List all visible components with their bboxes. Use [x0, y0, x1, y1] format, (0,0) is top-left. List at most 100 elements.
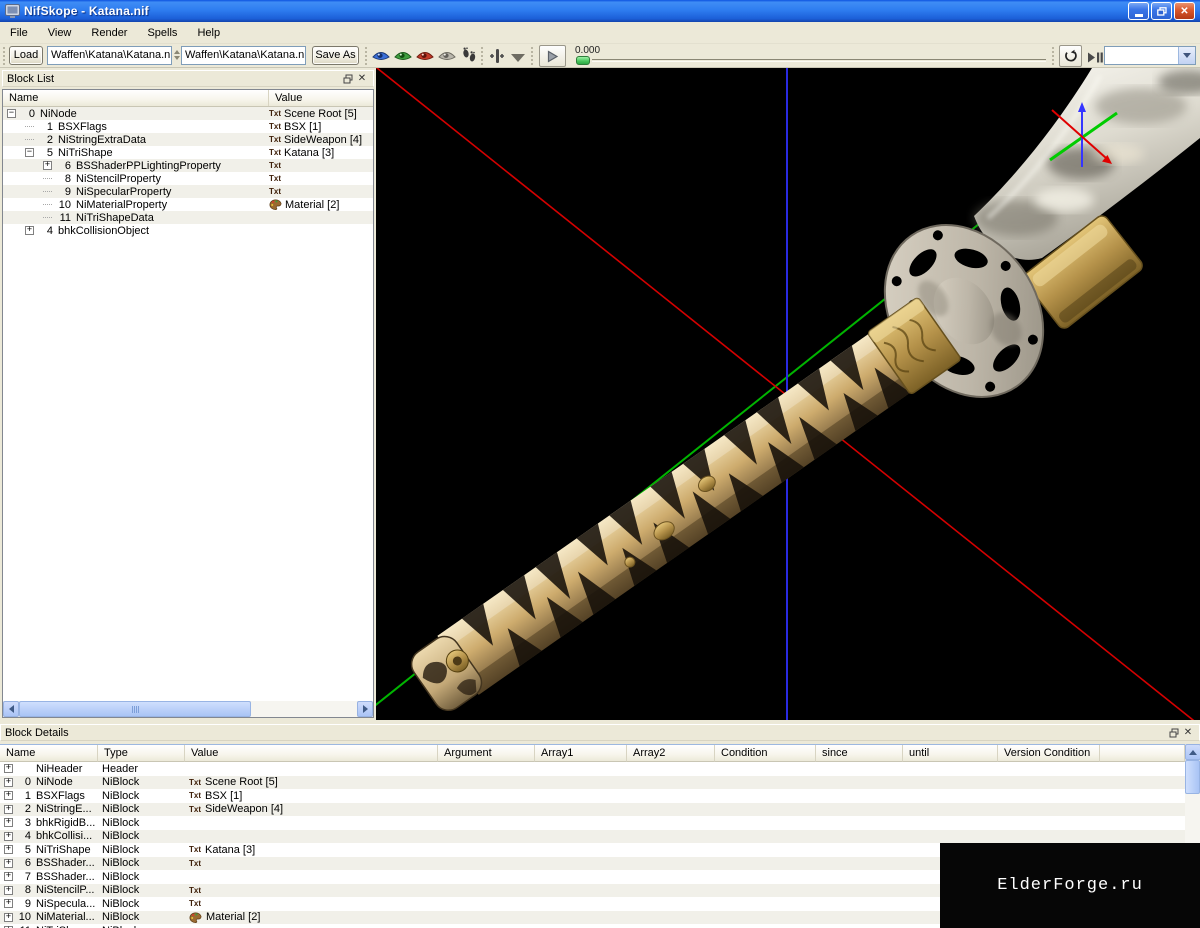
draw-havok-eye-icon[interactable]: [415, 48, 435, 64]
details-row-NiNode[interactable]: +0NiNodeNiBlockTxtScene Root [5]: [0, 776, 1185, 790]
hscroll-thumb[interactable]: [19, 701, 251, 717]
tree-expander-expand[interactable]: +: [4, 764, 13, 773]
loop-animation-button[interactable]: [1059, 45, 1082, 67]
tree-expander-expand[interactable]: +: [4, 859, 13, 868]
tree-expander-expand[interactable]: +: [4, 791, 13, 800]
tree-row-NiTriShape[interactable]: −5NiTriShapeTxtKatana [3]: [3, 146, 373, 159]
column-header-until[interactable]: until: [903, 745, 998, 762]
time-slider-thumb[interactable]: [576, 56, 590, 65]
toolbar-grip[interactable]: [531, 47, 534, 65]
tree-row-NiTriShapeData[interactable]: 11NiTriShapeData: [3, 211, 373, 224]
toolbar-grip[interactable]: [365, 47, 368, 65]
menu-item-view[interactable]: View: [38, 24, 82, 42]
float-panel-icon[interactable]: [341, 72, 355, 85]
scroll-right-button[interactable]: [357, 701, 373, 717]
menu-item-render[interactable]: Render: [81, 24, 137, 42]
details-row-bhkRigidB...[interactable]: +3bhkRigidB...NiBlock: [0, 816, 1185, 830]
tree-row-BSShaderPPLightingProperty[interactable]: +6BSShaderPPLightingPropertyTxt: [3, 159, 373, 172]
tree-row-NiSpecularProperty[interactable]: 9NiSpecularPropertyTxt: [3, 185, 373, 198]
tree-row-NiNode[interactable]: −0NiNodeTxtScene Root [5]: [3, 107, 373, 120]
scroll-up-button[interactable]: [1185, 744, 1200, 760]
hscroll-track[interactable]: [251, 701, 357, 717]
toolbar-grip[interactable]: [3, 47, 6, 65]
block-number: 6: [15, 857, 31, 869]
tree-expander-expand[interactable]: +: [4, 845, 13, 854]
draw-axes-eye-icon[interactable]: [371, 48, 391, 64]
minimize-button[interactable]: [1128, 2, 1149, 20]
tree-expander-collapse[interactable]: −: [25, 148, 34, 157]
menu-item-help[interactable]: Help: [187, 24, 230, 42]
scroll-left-button[interactable]: [3, 701, 19, 717]
close-button[interactable]: ✕: [1174, 2, 1195, 20]
block-value: Txt: [185, 857, 438, 871]
tree-expander-expand[interactable]: +: [4, 805, 13, 814]
menu-item-file[interactable]: File: [0, 24, 38, 42]
details-row-NiStringE...[interactable]: +2NiStringE...NiBlockTxtSideWeapon [4]: [0, 803, 1185, 817]
column-header-array1[interactable]: Array1: [535, 745, 627, 762]
block-name: NiStencilP...: [36, 884, 95, 896]
transform-move-icon[interactable]: [487, 48, 507, 64]
tree-expander-expand[interactable]: +: [4, 899, 13, 908]
3d-viewport[interactable]: [376, 68, 1200, 720]
column-header-value[interactable]: Value: [269, 90, 373, 106]
tree-expander-expand[interactable]: +: [43, 161, 52, 170]
column-header-condition[interactable]: Condition: [715, 745, 816, 762]
save-as-button[interactable]: Save As: [312, 46, 359, 65]
load-path-field[interactable]: Waffen\Katana\Katana.nif: [47, 46, 172, 65]
tree-expander-expand[interactable]: +: [4, 872, 13, 881]
column-header-value[interactable]: Value: [185, 745, 438, 762]
tree-expander-expand[interactable]: +: [4, 913, 13, 922]
tree-connector: [43, 217, 52, 218]
toolbar-grip[interactable]: [481, 47, 484, 65]
play-button[interactable]: [539, 45, 566, 67]
column-header-argument[interactable]: Argument: [438, 745, 535, 762]
column-header-array2[interactable]: Array2: [627, 745, 715, 762]
time-slider-track[interactable]: [592, 59, 1046, 62]
vscroll-thumb[interactable]: [1185, 760, 1200, 794]
viewport-canvas[interactable]: [376, 68, 1200, 720]
column-header-filler: [1100, 745, 1185, 762]
details-row-bhkCollisi...[interactable]: +4bhkCollisi...NiBlock: [0, 830, 1185, 844]
tree-row-NiMaterialProperty[interactable]: 10NiMaterialPropertyMaterial [2]: [3, 198, 373, 211]
block-number: 3: [15, 817, 31, 829]
close-panel-icon[interactable]: ✕: [355, 72, 369, 85]
toolbar-grip[interactable]: [1052, 47, 1055, 65]
tree-expander-expand[interactable]: +: [4, 886, 13, 895]
column-header-type[interactable]: Type: [98, 745, 185, 762]
load-button[interactable]: Load: [9, 46, 43, 65]
tree-row-BSXFlags[interactable]: 1BSXFlagsTxtBSX [1]: [3, 120, 373, 133]
tree-expander-collapse[interactable]: −: [7, 109, 16, 118]
details-row-NiHeader[interactable]: +NiHeaderHeader: [0, 762, 1185, 776]
draw-nodes-eye-icon[interactable]: [393, 48, 413, 64]
column-header-name[interactable]: Name: [3, 90, 269, 106]
tree-expander-expand[interactable]: +: [4, 832, 13, 841]
column-header-name[interactable]: Name: [0, 745, 98, 762]
block-type: NiBlock: [98, 789, 185, 803]
tree-expander-expand[interactable]: +: [4, 778, 13, 787]
window-titlebar[interactable]: NifSkope - Katana.nif ✕: [0, 0, 1200, 22]
swap-paths-button[interactable]: [174, 50, 180, 60]
chevron-down-icon[interactable]: [508, 50, 528, 66]
footprints-icon[interactable]: [459, 47, 479, 63]
play-pause-icon[interactable]: [1085, 49, 1105, 65]
tree-row-NiStencilProperty[interactable]: 8NiStencilPropertyTxt: [3, 172, 373, 185]
restore-button[interactable]: [1151, 2, 1172, 20]
tree-row-bhkCollisionObject[interactable]: +4bhkCollisionObject: [3, 224, 373, 237]
combobox-arrow-button[interactable]: [1178, 47, 1195, 64]
column-header-since[interactable]: since: [816, 745, 903, 762]
animation-combobox[interactable]: [1104, 46, 1196, 65]
close-panel-icon[interactable]: ✕: [1181, 726, 1195, 739]
block-name: BSShader...: [36, 871, 95, 883]
draw-constraints-eye-icon[interactable]: [437, 48, 457, 64]
column-header-version-condition[interactable]: Version Condition: [998, 745, 1100, 762]
save-path-field[interactable]: Waffen\Katana\Katana.nif: [181, 46, 306, 65]
tree-expander-expand[interactable]: +: [25, 226, 34, 235]
tree-expander-expand[interactable]: +: [4, 818, 13, 827]
float-panel-icon[interactable]: [1167, 726, 1181, 739]
block-number: 10: [15, 911, 31, 923]
details-row-BSXFlags[interactable]: +1BSXFlagsNiBlockTxtBSX [1]: [0, 789, 1185, 803]
tree-row-NiStringExtraData[interactable]: 2NiStringExtraDataTxtSideWeapon [4]: [3, 133, 373, 146]
block-number: 4: [38, 225, 53, 237]
block-number: 9: [15, 898, 31, 910]
menu-item-spells[interactable]: Spells: [137, 24, 187, 42]
